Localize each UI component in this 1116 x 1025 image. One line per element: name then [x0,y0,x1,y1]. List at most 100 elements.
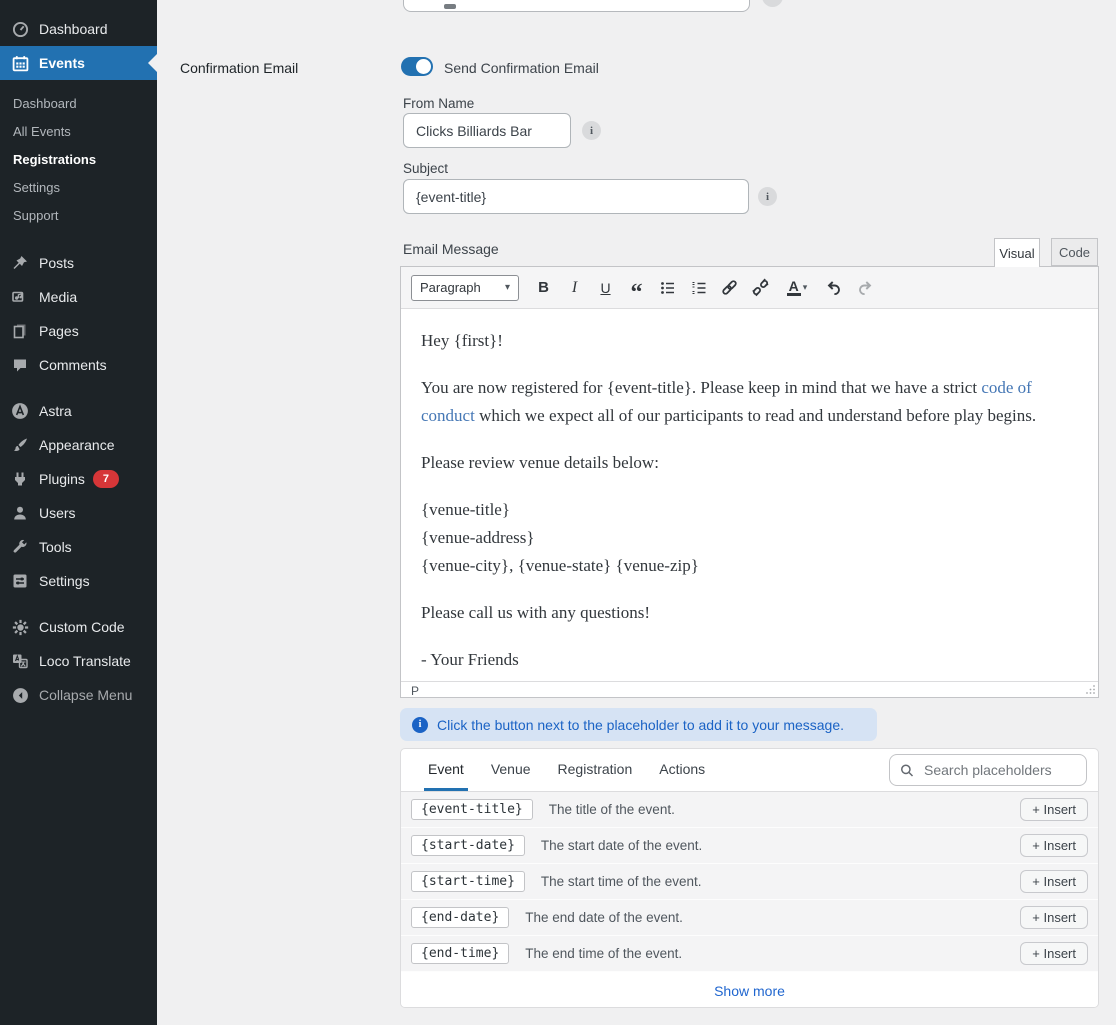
from-name-info-icon[interactable]: i [582,121,601,140]
text-color-button[interactable]: A ▾ [777,274,817,301]
placeholder-description: The start date of the event. [540,838,703,853]
sidebar-item-loco-translate[interactable]: Loco Translate [0,644,157,678]
subject-input[interactable] [403,179,749,214]
tab-visual[interactable]: Visual [994,238,1040,267]
sidebar-item-events[interactable]: Events [0,46,157,80]
admin-sidebar: Dashboard Events Dashboard All Events Re… [0,0,157,1025]
numbered-list-icon [692,281,705,294]
chevron-down-icon: ▾ [802,282,808,292]
insert-button[interactable]: + Insert [1020,870,1088,893]
tab-code[interactable]: Code [1051,238,1098,266]
insert-button[interactable]: + Insert [1020,906,1088,929]
user-icon [10,503,30,523]
placeholder-code: {start-date} [411,835,525,856]
search-icon [901,764,914,777]
numbered-list-button[interactable] [684,274,713,301]
submenu-item-support[interactable]: Support [0,201,157,229]
submenu-item-registrations[interactable]: Registrations [0,145,157,173]
placeholder-row: {start-date} The start date of the event… [401,828,1098,864]
tab-venue[interactable]: Venue [491,761,531,779]
placeholders-panel: Event Venue Registration Actions {event-… [400,748,1099,1008]
tab-actions[interactable]: Actions [659,761,705,779]
pages-icon [10,321,30,341]
comment-icon [10,355,30,375]
submenu-item-settings[interactable]: Settings [0,173,157,201]
sidebar-item-dashboard[interactable]: Dashboard [0,12,157,46]
sidebar-item-comments[interactable]: Comments [0,348,157,382]
undo-icon [827,280,840,295]
from-name-input[interactable] [403,113,571,148]
placeholder-code: {event-title} [411,799,533,820]
underline-button[interactable]: U [591,274,620,301]
placeholders-footer: Show more [401,972,1098,1007]
wrench-icon [10,537,30,557]
placeholder-row: {end-date} The end date of the event. + … [401,900,1098,936]
submenu-item-all-events[interactable]: All Events [0,117,157,145]
toggle-label: Send Confirmation Email [444,60,599,76]
placeholder-code: {end-date} [411,907,510,928]
sidebar-item-settings[interactable]: Settings [0,564,157,598]
sidebar-item-label: Dashboard [39,21,108,37]
pin-icon [10,253,30,273]
paragraph-format-dropdown[interactable]: Paragraph ▾ [411,274,519,301]
bold-button[interactable]: B [529,274,558,301]
sidebar-item-posts[interactable]: Posts [0,246,157,280]
editor-statusbar: P [401,681,1098,700]
previous-field-input-clipped[interactable] [403,0,750,12]
email-paragraph: Please review venue details below: [421,453,659,472]
blockquote-button[interactable]: “ [622,269,651,306]
sidebar-item-label: Events [39,55,85,71]
chevron-down-icon: ▾ [504,282,510,293]
email-message-editor: Paragraph ▾ B I U “ A ▾ Hey {first}! You… [400,266,1099,698]
tab-event[interactable]: Event [424,761,468,791]
email-paragraph: Hey {first}! [421,331,503,350]
italic-button[interactable]: I [560,274,589,301]
subject-info-icon[interactable]: i [758,187,777,206]
email-body[interactable]: Hey {first}! You are now registered for … [401,309,1098,681]
settings-content: Confirmation Email Send Confirmation Ema… [157,0,1116,1025]
sidebar-item-users[interactable]: Users [0,496,157,530]
info-icon: i [412,716,428,733]
unlink-icon [752,278,769,297]
sidebar-item-collapse-menu[interactable]: Collapse Menu [0,678,157,712]
insert-button[interactable]: + Insert [1020,942,1088,965]
sidebar-item-custom-code[interactable]: Custom Code [0,610,157,644]
insert-link-button[interactable] [715,274,744,301]
sidebar-item-tools[interactable]: Tools [0,530,157,564]
translate-icon [10,651,30,671]
plugins-count-badge: 7 [92,470,119,488]
sidebar-item-plugins[interactable]: Plugins 7 [0,462,157,496]
brush-icon [10,435,30,455]
send-confirmation-toggle[interactable] [401,57,433,76]
editor-toolbar: Paragraph ▾ B I U “ A ▾ [401,267,1098,309]
element-path: P [411,684,420,698]
sidebar-item-appearance[interactable]: Appearance [0,428,157,462]
redo-button[interactable] [850,274,879,301]
show-more-link[interactable]: Show more [714,983,785,999]
sidebar-item-media[interactable]: Media [0,280,157,314]
placeholder-code: {end-time} [411,943,510,964]
bullet-list-button[interactable] [653,274,682,301]
gear-icon [10,617,30,637]
sidebar-item-astra[interactable]: Astra [0,394,157,428]
section-label: Confirmation Email [180,60,299,76]
sliders-icon [10,571,30,591]
info-icon [762,0,783,7]
subject-label: Subject [403,161,449,176]
astra-icon [10,401,30,421]
search-placeholders-input[interactable] [922,761,1076,779]
media-icon [10,287,30,307]
events-submenu: Dashboard All Events Registrations Setti… [0,80,157,243]
remove-link-button[interactable] [746,274,775,301]
redo-icon [858,280,871,295]
insert-button[interactable]: + Insert [1020,834,1088,857]
resize-grip[interactable] [1085,684,1096,698]
email-paragraph: - Your Friends [421,650,519,669]
sidebar-item-pages[interactable]: Pages [0,314,157,348]
insert-button[interactable]: + Insert [1020,798,1088,821]
submenu-item-dashboard[interactable]: Dashboard [0,89,157,117]
undo-button[interactable] [819,274,848,301]
from-name-label: From Name [403,96,475,111]
email-message-label: Email Message [403,241,499,257]
tab-registration[interactable]: Registration [558,761,633,779]
